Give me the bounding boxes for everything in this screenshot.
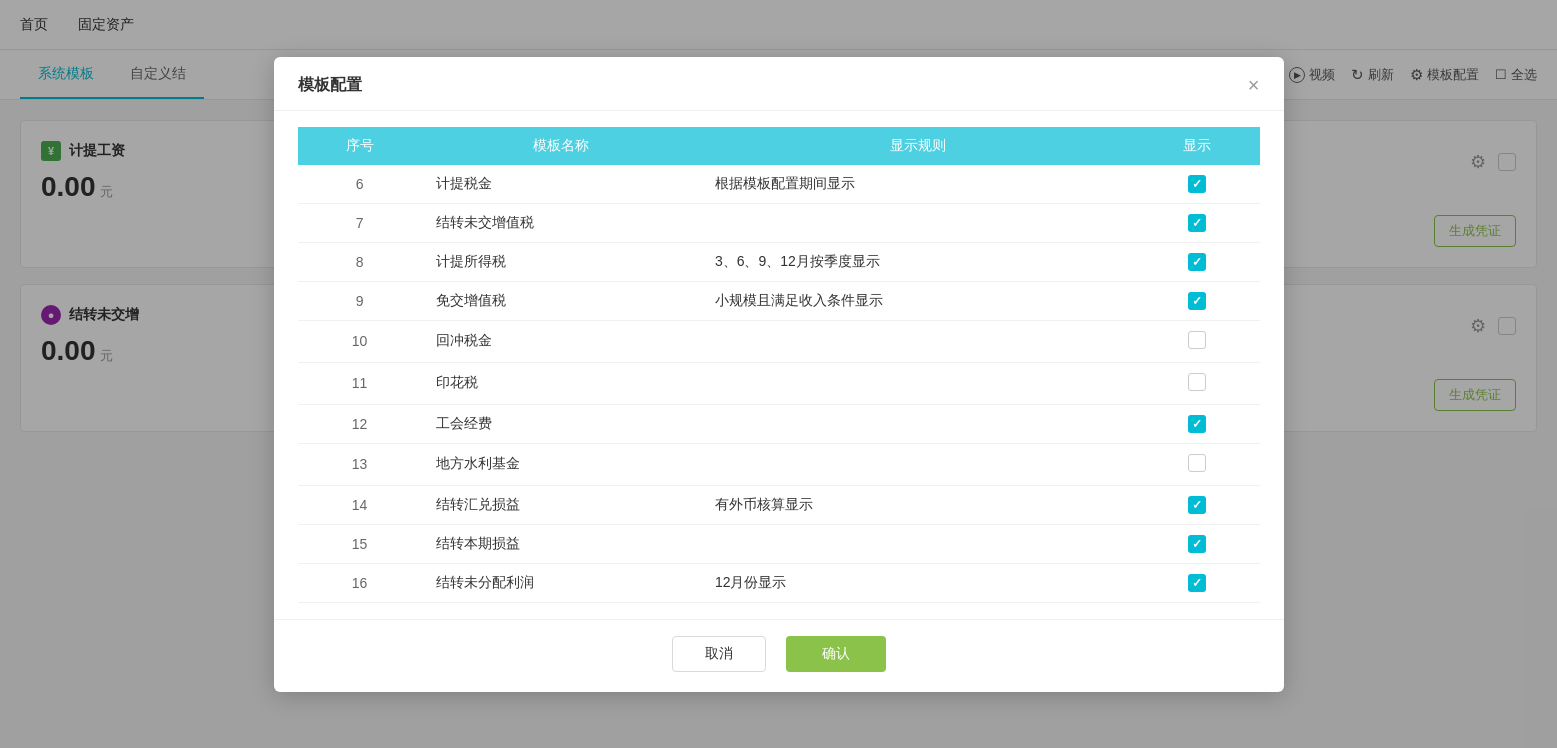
cell-rule	[701, 203, 1135, 242]
cell-seq: 14	[298, 485, 422, 524]
col-rule: 显示规则	[701, 127, 1135, 165]
cell-display	[1135, 320, 1259, 362]
table-row: 11印花税	[298, 362, 1260, 404]
config-table: 序号 模板名称 显示规则 显示 6计提税金根据模板配置期间显示7结转未交增值税8…	[298, 127, 1260, 603]
cell-rule: 12月份显示	[701, 563, 1135, 602]
cell-seq: 9	[298, 281, 422, 320]
display-checkbox[interactable]	[1188, 535, 1206, 553]
cell-seq: 11	[298, 362, 422, 404]
cell-display	[1135, 443, 1259, 485]
display-checkbox[interactable]	[1188, 454, 1206, 472]
modal-body: 序号 模板名称 显示规则 显示 6计提税金根据模板配置期间显示7结转未交增值税8…	[274, 111, 1284, 619]
cell-display	[1135, 203, 1259, 242]
cell-name: 回冲税金	[422, 320, 701, 362]
table-row: 12工会经费	[298, 404, 1260, 443]
table-header: 序号 模板名称 显示规则 显示	[298, 127, 1260, 165]
table-row: 8计提所得税3、6、9、12月按季度显示	[298, 242, 1260, 281]
cell-name: 结转本期损益	[422, 524, 701, 563]
cell-name: 工会经费	[422, 404, 701, 443]
col-name: 模板名称	[422, 127, 701, 165]
cell-display	[1135, 404, 1259, 443]
cell-seq: 7	[298, 203, 422, 242]
table-row: 7结转未交增值税	[298, 203, 1260, 242]
cell-seq: 8	[298, 242, 422, 281]
display-checkbox[interactable]	[1188, 331, 1206, 349]
cell-seq: 10	[298, 320, 422, 362]
display-checkbox[interactable]	[1188, 373, 1206, 391]
cell-rule: 3、6、9、12月按季度显示	[701, 242, 1135, 281]
display-checkbox[interactable]	[1188, 574, 1206, 592]
cell-seq: 16	[298, 563, 422, 602]
cell-name: 计提税金	[422, 165, 701, 204]
cancel-btn[interactable]: 取消	[672, 636, 766, 672]
table-row: 14结转汇兑损益有外币核算显示	[298, 485, 1260, 524]
confirm-btn[interactable]: 确认	[786, 636, 886, 672]
modal-overlay: 模板配置 × 序号 模板名称 显示规则 显示 6计提税金根据模板配置期间显	[0, 0, 1557, 748]
cell-display	[1135, 281, 1259, 320]
cell-display	[1135, 524, 1259, 563]
display-checkbox[interactable]	[1188, 415, 1206, 433]
cell-name: 印花税	[422, 362, 701, 404]
cell-name: 结转未交增值税	[422, 203, 701, 242]
cell-name: 结转未分配利润	[422, 563, 701, 602]
modal-header: 模板配置 ×	[274, 57, 1284, 111]
modal-footer: 取消 确认	[274, 619, 1284, 692]
cell-display	[1135, 362, 1259, 404]
cell-rule	[701, 320, 1135, 362]
cell-name: 结转汇兑损益	[422, 485, 701, 524]
col-display: 显示	[1135, 127, 1259, 165]
table-row: 10回冲税金	[298, 320, 1260, 362]
cell-display	[1135, 165, 1259, 204]
cell-rule: 根据模板配置期间显示	[701, 165, 1135, 204]
table-row: 16结转未分配利润12月份显示	[298, 563, 1260, 602]
cell-rule	[701, 524, 1135, 563]
display-checkbox[interactable]	[1188, 292, 1206, 310]
display-checkbox[interactable]	[1188, 214, 1206, 232]
cell-rule: 有外币核算显示	[701, 485, 1135, 524]
display-checkbox[interactable]	[1188, 496, 1206, 514]
cell-seq: 12	[298, 404, 422, 443]
cell-seq: 13	[298, 443, 422, 485]
cell-display	[1135, 485, 1259, 524]
table-body: 6计提税金根据模板配置期间显示7结转未交增值税8计提所得税3、6、9、12月按季…	[298, 165, 1260, 603]
config-table-wrapper[interactable]: 序号 模板名称 显示规则 显示 6计提税金根据模板配置期间显示7结转未交增值税8…	[298, 127, 1260, 603]
cell-seq: 15	[298, 524, 422, 563]
display-checkbox[interactable]	[1188, 175, 1206, 193]
display-checkbox[interactable]	[1188, 253, 1206, 271]
cell-seq: 6	[298, 165, 422, 204]
cell-display	[1135, 242, 1259, 281]
cell-rule	[701, 404, 1135, 443]
modal-close-btn[interactable]: ×	[1248, 75, 1260, 95]
cell-name: 计提所得税	[422, 242, 701, 281]
cell-rule	[701, 362, 1135, 404]
cell-display	[1135, 563, 1259, 602]
col-seq: 序号	[298, 127, 422, 165]
cell-rule	[701, 443, 1135, 485]
cell-rule: 小规模且满足收入条件显示	[701, 281, 1135, 320]
cell-name: 免交增值税	[422, 281, 701, 320]
table-row: 15结转本期损益	[298, 524, 1260, 563]
modal-template-config: 模板配置 × 序号 模板名称 显示规则 显示 6计提税金根据模板配置期间显	[274, 57, 1284, 692]
cell-name: 地方水利基金	[422, 443, 701, 485]
table-row: 6计提税金根据模板配置期间显示	[298, 165, 1260, 204]
table-row: 13地方水利基金	[298, 443, 1260, 485]
modal-title: 模板配置	[298, 75, 362, 96]
table-row: 9免交增值税小规模且满足收入条件显示	[298, 281, 1260, 320]
